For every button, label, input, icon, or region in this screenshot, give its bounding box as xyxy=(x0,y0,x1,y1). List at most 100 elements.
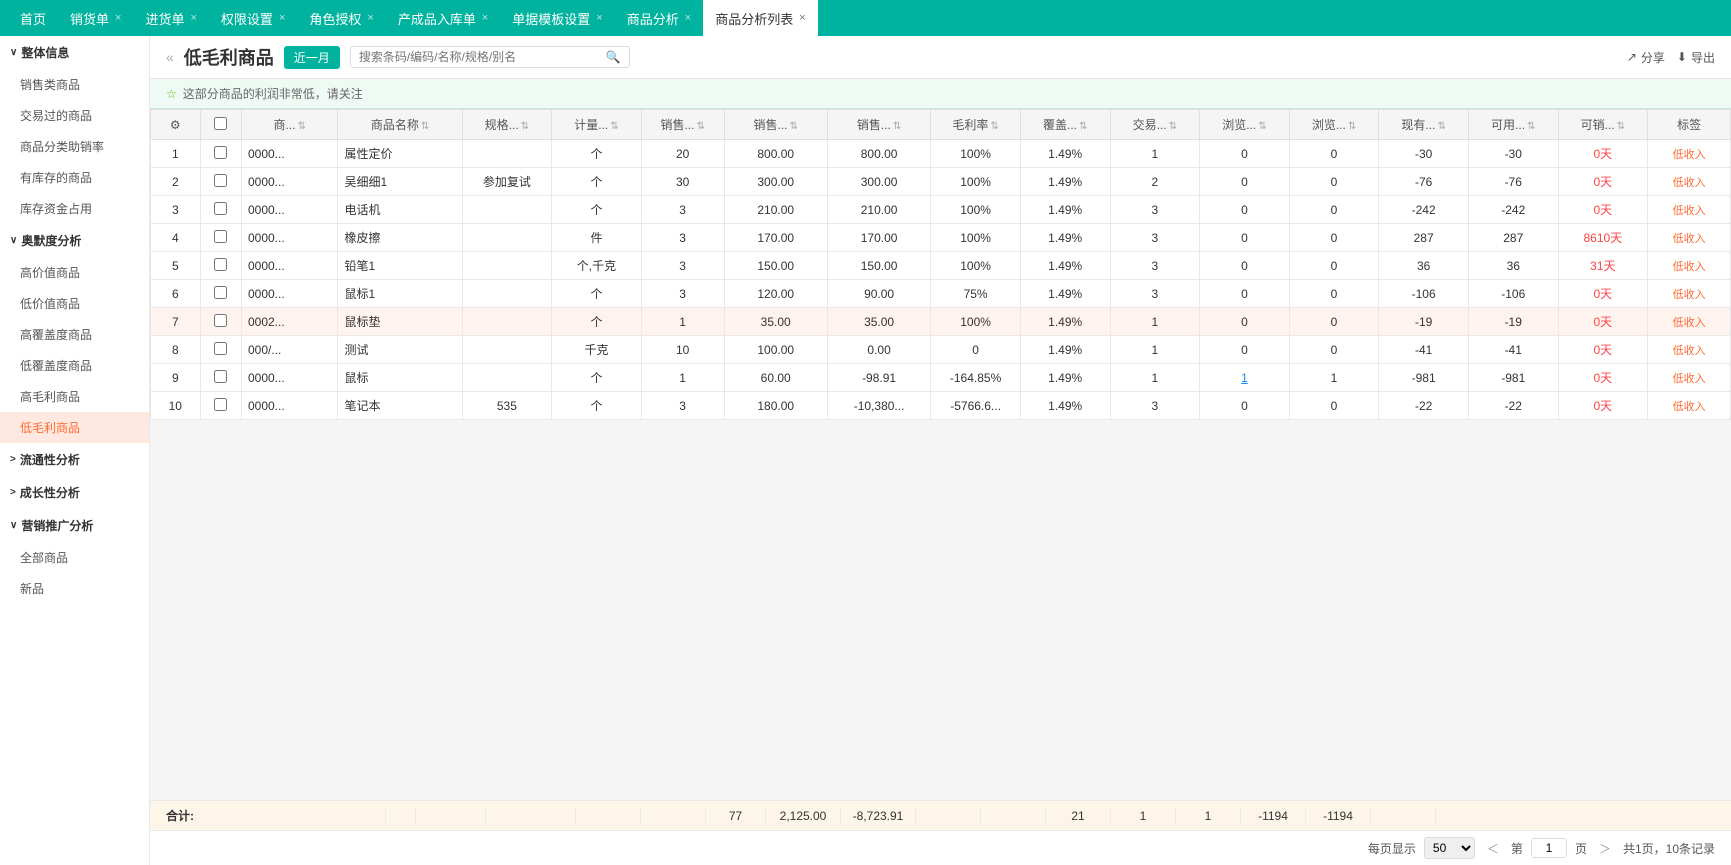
row-current: 287 xyxy=(1379,224,1469,252)
sidebar-item-high-coverage[interactable]: 高覆盖度商品 xyxy=(0,319,149,350)
col-settings[interactable]: ⚙ xyxy=(151,110,201,140)
row-sale-cost: 150.00 xyxy=(827,252,930,280)
period-button[interactable]: 近一月 xyxy=(284,46,340,69)
col-spec[interactable]: 规格...⇅ xyxy=(462,110,552,140)
sidebar-item-low-value[interactable]: 低价值商品 xyxy=(0,288,149,319)
nav-item-home[interactable]: 首页 xyxy=(8,0,58,36)
sidebar-item-high-value[interactable]: 高价值商品 xyxy=(0,257,149,288)
row-sellable: 31天 xyxy=(1558,252,1648,280)
col-trade[interactable]: 交易...⇅ xyxy=(1110,110,1200,140)
sidebar-item-new-products[interactable]: 新品 xyxy=(0,573,149,604)
row-tag: 低收入 xyxy=(1648,364,1731,392)
nav-item-purchase[interactable]: 进货单 × xyxy=(133,0,208,36)
close-icon[interactable]: × xyxy=(279,12,285,24)
nav-item-product-entry[interactable]: 产成品入库单 × xyxy=(386,0,500,36)
close-icon[interactable]: × xyxy=(115,12,121,24)
sidebar-group-growth[interactable]: > 成长性分析 xyxy=(0,476,149,509)
select-all-checkbox[interactable] xyxy=(214,117,227,130)
col-checkbox[interactable] xyxy=(200,110,241,140)
row-usable: -41 xyxy=(1468,336,1558,364)
row-spec: 参加复试 xyxy=(462,168,552,196)
close-icon[interactable]: × xyxy=(367,12,373,24)
close-icon[interactable]: × xyxy=(799,12,805,24)
row-current: -76 xyxy=(1379,168,1469,196)
row-tag: 低收入 xyxy=(1648,280,1731,308)
row-gross-rate: -5766.6... xyxy=(931,392,1021,420)
row-trade: 3 xyxy=(1110,280,1200,308)
close-icon[interactable]: × xyxy=(685,12,691,24)
share-button[interactable]: ↗ 分享 xyxy=(1627,49,1665,66)
sidebar-item-traded-products[interactable]: 交易过的商品 xyxy=(0,100,149,131)
nav-item-roles[interactable]: 角色授权 × xyxy=(297,0,385,36)
table-row: 5 0000... 铅笔1 个,千克 3 150.00 150.00 100% … xyxy=(151,252,1731,280)
nav-item-sales[interactable]: 销货单 × xyxy=(58,0,133,36)
export-button[interactable]: ⬇ 导出 xyxy=(1677,49,1715,66)
prev-page[interactable]: ＜ xyxy=(1483,840,1503,857)
row-margin: 1.49% xyxy=(1020,224,1110,252)
search-icon[interactable]: 🔍 xyxy=(606,50,621,64)
row-trade: 3 xyxy=(1110,224,1200,252)
col-current[interactable]: 现有...⇅ xyxy=(1379,110,1469,140)
col-sale-amt[interactable]: 销售...⇅ xyxy=(724,110,827,140)
col-code[interactable]: 商...⇅ xyxy=(241,110,338,140)
close-icon[interactable]: × xyxy=(596,12,602,24)
row-code: 0000... xyxy=(241,196,338,224)
sidebar-item-all-products[interactable]: 全部商品 xyxy=(0,542,149,573)
row-sale-amt: 120.00 xyxy=(724,280,827,308)
row-checkbox[interactable] xyxy=(200,168,241,196)
search-input[interactable] xyxy=(359,50,602,64)
col-sale-cost[interactable]: 销售...⇅ xyxy=(827,110,930,140)
col-qty[interactable]: 销售...⇅ xyxy=(641,110,724,140)
row-gross-rate: 100% xyxy=(931,308,1021,336)
sidebar-item-stock-capital[interactable]: 库存资金占用 xyxy=(0,193,149,224)
col-unit[interactable]: 计量...⇅ xyxy=(552,110,642,140)
row-checkbox[interactable] xyxy=(200,308,241,336)
per-page-select[interactable]: 50 20 100 xyxy=(1424,837,1475,859)
sidebar-group-circulation[interactable]: > 流通性分析 xyxy=(0,443,149,476)
sidebar-item-low-coverage[interactable]: 低覆盖度商品 xyxy=(0,350,149,381)
col-sellable[interactable]: 可销...⇅ xyxy=(1558,110,1648,140)
sidebar-item-low-margin[interactable]: 低毛利商品 xyxy=(0,412,149,443)
sidebar-group-amd[interactable]: ∨ 奥默度分析 xyxy=(0,224,149,257)
next-page[interactable]: ＞ xyxy=(1595,840,1615,857)
sidebar-item-sales-products[interactable]: 销售类商品 xyxy=(0,69,149,100)
col-usable[interactable]: 可用...⇅ xyxy=(1468,110,1558,140)
row-checkbox[interactable] xyxy=(200,336,241,364)
sidebar-item-instock[interactable]: 有库存的商品 xyxy=(0,162,149,193)
row-no: 7 xyxy=(151,308,201,336)
col-name[interactable]: 商品名称⇅ xyxy=(338,110,462,140)
close-icon[interactable]: × xyxy=(482,12,488,24)
nav-item-product-analysis[interactable]: 商品分析 × xyxy=(615,0,703,36)
page-number-input[interactable] xyxy=(1531,838,1567,858)
row-checkbox[interactable] xyxy=(200,280,241,308)
row-checkbox[interactable] xyxy=(200,140,241,168)
row-checkbox[interactable] xyxy=(200,224,241,252)
collapse-button[interactable]: « xyxy=(166,49,174,65)
col-tag[interactable]: 标签 xyxy=(1648,110,1731,140)
col-browse2[interactable]: 浏览...⇅ xyxy=(1289,110,1379,140)
row-no: 1 xyxy=(151,140,201,168)
row-sale-amt: 800.00 xyxy=(724,140,827,168)
row-checkbox[interactable] xyxy=(200,392,241,420)
nav-item-permissions[interactable]: 权限设置 × xyxy=(209,0,297,36)
top-nav: 首页 销货单 × 进货单 × 权限设置 × 角色授权 × 产成品入库单 × 单据… xyxy=(0,0,1731,36)
row-unit: 千克 xyxy=(552,336,642,364)
row-browse1[interactable]: 1 xyxy=(1200,364,1290,392)
row-name: 测试 xyxy=(338,336,462,364)
sidebar-group-overall[interactable]: ∨ 整体信息 xyxy=(0,36,149,69)
col-browse1[interactable]: 浏览...⇅ xyxy=(1200,110,1290,140)
sidebar-item-category-rate[interactable]: 商品分类助销率 xyxy=(0,131,149,162)
col-coverage[interactable]: 覆盖...⇅ xyxy=(1020,110,1110,140)
close-icon[interactable]: × xyxy=(190,12,196,24)
sidebar-group-marketing[interactable]: ∨ 营销推广分析 xyxy=(0,509,149,542)
nav-item-product-analysis-list[interactable]: 商品分析列表 × xyxy=(703,0,817,36)
row-checkbox[interactable] xyxy=(200,196,241,224)
row-sale-amt: 300.00 xyxy=(724,168,827,196)
col-gross-rate[interactable]: 毛利率⇅ xyxy=(931,110,1021,140)
search-box: 🔍 xyxy=(350,46,630,68)
row-checkbox[interactable] xyxy=(200,364,241,392)
nav-item-template[interactable]: 单据模板设置 × xyxy=(500,0,614,36)
table-container[interactable]: ⚙ 商...⇅ 商品名称⇅ 规格...⇅ 计量...⇅ 销售...⇅ 销售...… xyxy=(150,109,1731,800)
sidebar-item-high-margin[interactable]: 高毛利商品 xyxy=(0,381,149,412)
row-checkbox[interactable] xyxy=(200,252,241,280)
